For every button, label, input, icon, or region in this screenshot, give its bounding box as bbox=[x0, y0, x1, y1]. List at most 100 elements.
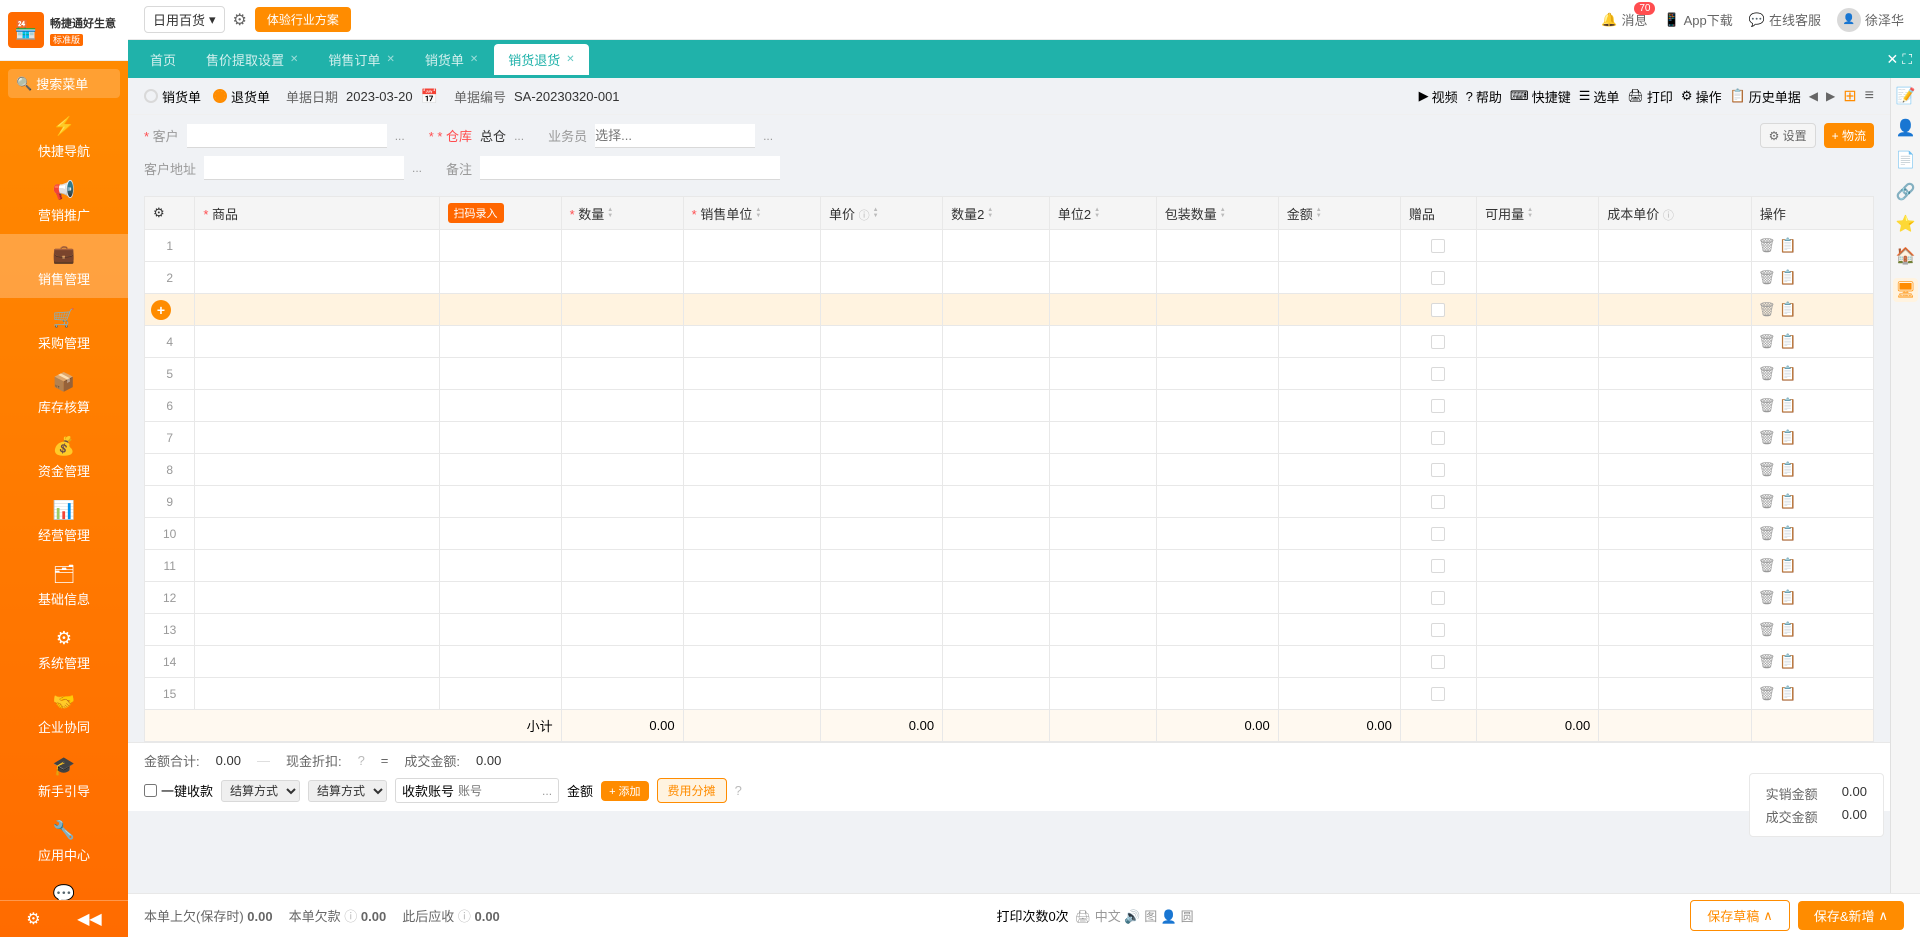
delete-row-btn[interactable]: 🗑 bbox=[1758, 333, 1776, 350]
unit2-cell[interactable] bbox=[1049, 262, 1156, 294]
quantity-cell[interactable] bbox=[561, 582, 683, 614]
category-select[interactable]: 日用百货 ▾ bbox=[144, 6, 225, 33]
product-cell[interactable] bbox=[195, 422, 439, 454]
sidebar-item-operations[interactable]: 📊 经营管理 bbox=[0, 490, 128, 554]
print-action[interactable]: 🖨 打印 bbox=[1627, 87, 1673, 106]
sidebar-item-wechat[interactable]: 💬 企业微信 bbox=[0, 874, 128, 900]
th-settings[interactable]: ⚙ bbox=[145, 197, 195, 230]
amount-cell[interactable] bbox=[1278, 390, 1400, 422]
product-cell[interactable] bbox=[195, 518, 439, 550]
pack-qty-cell[interactable] bbox=[1156, 678, 1278, 710]
tab-close-order[interactable]: ✕ bbox=[386, 54, 394, 65]
sales-unit-cell[interactable] bbox=[683, 390, 820, 422]
address-more-btn[interactable]: ... bbox=[412, 161, 422, 175]
unit-price-cell[interactable] bbox=[820, 550, 942, 582]
gift-cell[interactable] bbox=[1400, 422, 1476, 454]
delete-row-btn[interactable]: 🗑 bbox=[1758, 429, 1776, 446]
radio-return[interactable]: 退货单 bbox=[213, 87, 270, 106]
gift-checkbox[interactable] bbox=[1431, 655, 1445, 669]
tab-close-delivery[interactable]: ✕ bbox=[470, 54, 478, 65]
one-key-input[interactable] bbox=[144, 784, 157, 797]
quantity-cell[interactable] bbox=[561, 614, 683, 646]
delete-row-btn[interactable]: 🗑 bbox=[1758, 525, 1776, 542]
amount-cell[interactable] bbox=[1278, 646, 1400, 678]
available-cell[interactable] bbox=[1477, 550, 1599, 582]
pack-qty-cell[interactable] bbox=[1156, 454, 1278, 486]
available-cell[interactable] bbox=[1477, 390, 1599, 422]
available-cell[interactable] bbox=[1477, 614, 1599, 646]
gift-checkbox[interactable] bbox=[1431, 399, 1445, 413]
gift-checkbox[interactable] bbox=[1431, 367, 1445, 381]
qty2-cell[interactable] bbox=[943, 614, 1050, 646]
settings-bottom-btn[interactable]: ⚙ bbox=[26, 909, 40, 929]
rs-note-icon[interactable]: 📝 bbox=[1896, 86, 1916, 106]
qty2-cell[interactable] bbox=[943, 262, 1050, 294]
amount-cell[interactable] bbox=[1278, 454, 1400, 486]
rs-doc-icon[interactable]: 📄 bbox=[1896, 150, 1916, 170]
delete-row-btn[interactable]: 🗑 bbox=[1758, 301, 1776, 318]
sales-unit-cell[interactable] bbox=[683, 550, 820, 582]
delete-row-btn[interactable]: 🗑 bbox=[1758, 365, 1776, 382]
list-view-btn[interactable]: ≡ bbox=[1865, 87, 1874, 105]
available-cell[interactable] bbox=[1477, 454, 1599, 486]
amount-cell[interactable] bbox=[1278, 582, 1400, 614]
sales-unit-cell[interactable] bbox=[683, 646, 820, 678]
gift-cell[interactable] bbox=[1400, 294, 1476, 326]
account-input[interactable] bbox=[458, 784, 538, 798]
quantity-cell[interactable] bbox=[561, 486, 683, 518]
qty2-cell[interactable] bbox=[943, 518, 1050, 550]
available-cell[interactable] bbox=[1477, 358, 1599, 390]
pack-qty-cell[interactable] bbox=[1156, 294, 1278, 326]
rs-screen-icon[interactable]: 🖥 bbox=[1893, 278, 1917, 302]
radio-return-btn[interactable] bbox=[213, 89, 227, 103]
amount-cell[interactable] bbox=[1278, 358, 1400, 390]
unit2-cell[interactable] bbox=[1049, 614, 1156, 646]
save-draft-btn[interactable]: 保存草稿 ∧ bbox=[1690, 900, 1790, 931]
pack-qty-cell[interactable] bbox=[1156, 550, 1278, 582]
notification-area[interactable]: 🔔 消息 70 bbox=[1601, 10, 1647, 29]
gift-checkbox[interactable] bbox=[1431, 559, 1445, 573]
sidebar-item-shortcut[interactable]: ⚡ 快捷导航 bbox=[0, 106, 128, 170]
quantity-cell[interactable] bbox=[561, 454, 683, 486]
quantity-cell[interactable] bbox=[561, 390, 683, 422]
available-cell[interactable] bbox=[1477, 262, 1599, 294]
pack-qty-cell[interactable] bbox=[1156, 262, 1278, 294]
product-cell[interactable] bbox=[195, 646, 439, 678]
copy-row-btn[interactable]: 📋 bbox=[1779, 237, 1796, 254]
pack-qty-cell[interactable] bbox=[1156, 230, 1278, 262]
scan-btn[interactable]: 扫码录入 bbox=[448, 203, 504, 223]
copy-row-btn[interactable]: 📋 bbox=[1779, 685, 1796, 702]
product-cell[interactable] bbox=[195, 454, 439, 486]
pack-qty-cell[interactable] bbox=[1156, 358, 1278, 390]
quantity-cell[interactable] bbox=[561, 678, 683, 710]
gift-checkbox[interactable] bbox=[1431, 687, 1445, 701]
sales-unit-cell[interactable] bbox=[683, 262, 820, 294]
gift-checkbox[interactable] bbox=[1431, 431, 1445, 445]
sidebar-item-finance[interactable]: 💰 资金管理 bbox=[0, 426, 128, 490]
unit2-cell[interactable] bbox=[1049, 646, 1156, 678]
shortcut-action[interactable]: ⌨ 快捷键 bbox=[1510, 87, 1571, 106]
quantity-cell[interactable] bbox=[561, 326, 683, 358]
gift-checkbox[interactable] bbox=[1431, 271, 1445, 285]
tab-sales-return[interactable]: 销货退货 ✕ bbox=[494, 44, 588, 75]
gift-cell[interactable] bbox=[1400, 230, 1476, 262]
customer-more-btn[interactable]: ... bbox=[395, 129, 405, 143]
sales-unit-cell[interactable] bbox=[683, 422, 820, 454]
qty2-cell[interactable] bbox=[943, 678, 1050, 710]
amount-cell[interactable] bbox=[1278, 550, 1400, 582]
qty2-cell[interactable] bbox=[943, 582, 1050, 614]
available-cell[interactable] bbox=[1477, 646, 1599, 678]
pack-qty-cell[interactable] bbox=[1156, 646, 1278, 678]
gift-cell[interactable] bbox=[1400, 518, 1476, 550]
gift-cell[interactable] bbox=[1400, 262, 1476, 294]
copy-row-btn[interactable]: 📋 bbox=[1779, 653, 1796, 670]
product-cell[interactable] bbox=[195, 614, 439, 646]
copy-row-btn[interactable]: 📋 bbox=[1779, 365, 1796, 382]
gift-checkbox[interactable] bbox=[1431, 623, 1445, 637]
product-cell[interactable] bbox=[195, 358, 439, 390]
copy-row-btn[interactable]: 📋 bbox=[1779, 493, 1796, 510]
gift-checkbox[interactable] bbox=[1431, 239, 1445, 253]
customer-input[interactable] bbox=[187, 124, 387, 148]
available-cell[interactable] bbox=[1477, 294, 1599, 326]
tab-close-price[interactable]: ✕ bbox=[290, 54, 298, 65]
